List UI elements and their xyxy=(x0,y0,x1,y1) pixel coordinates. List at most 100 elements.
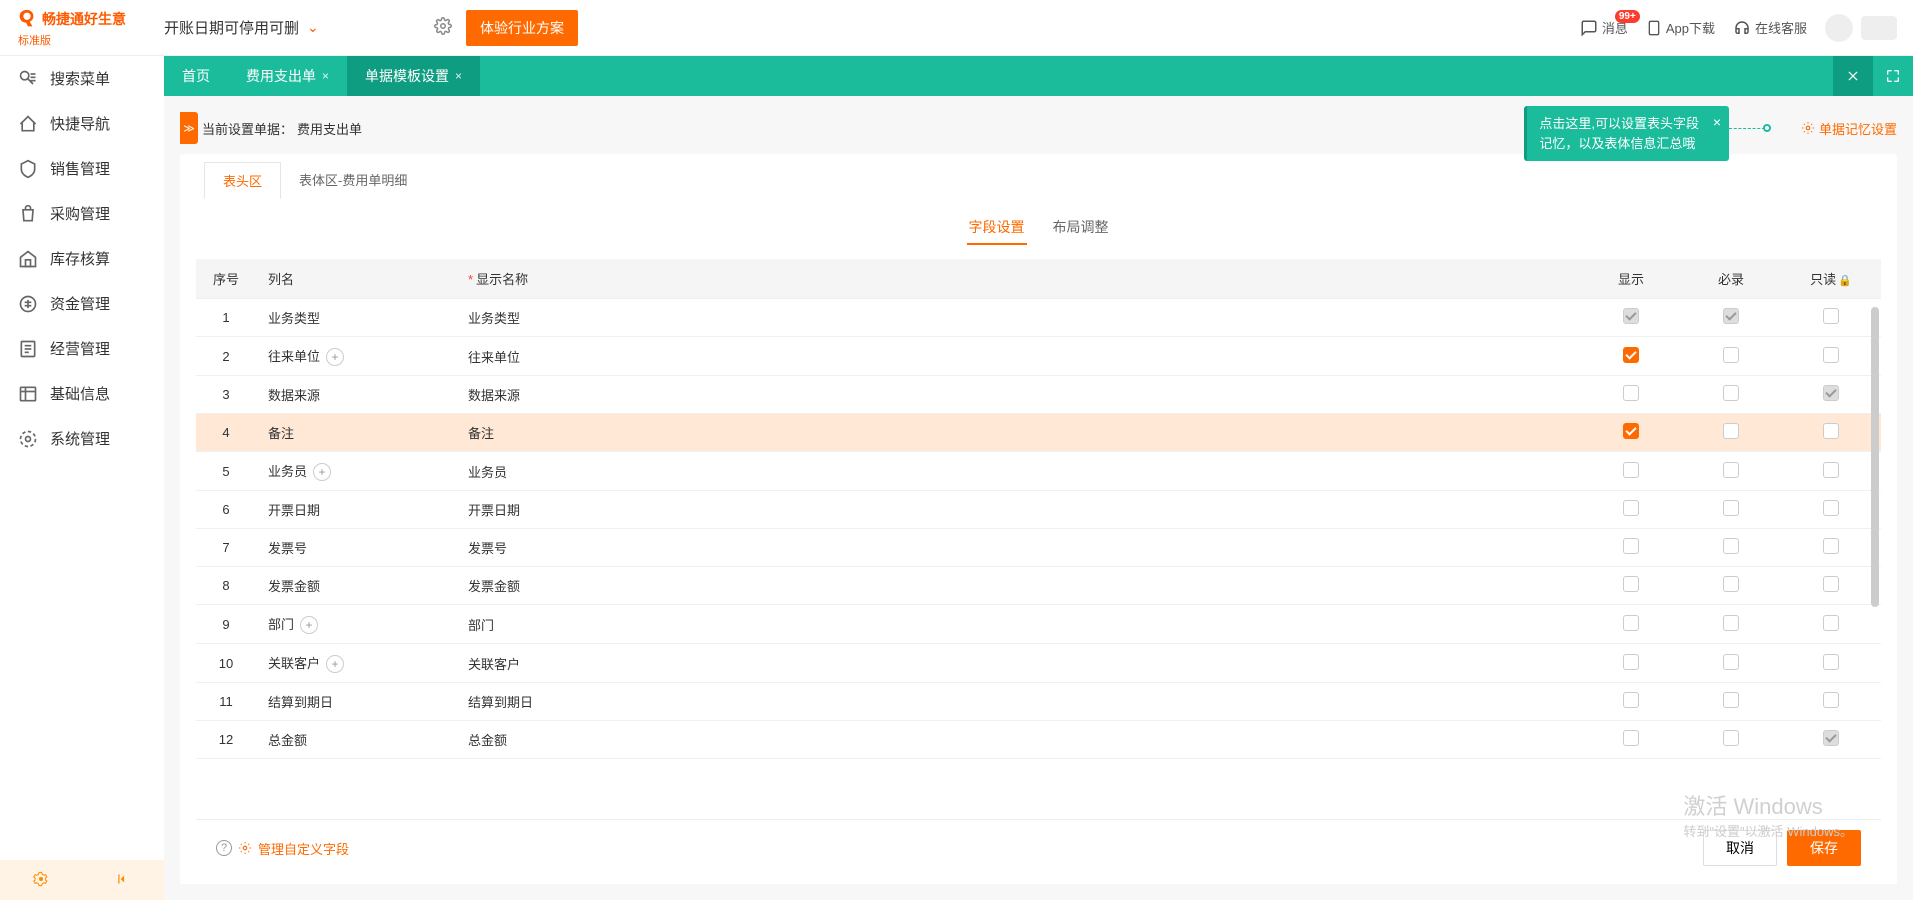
checkbox[interactable] xyxy=(1823,423,1839,439)
table-row[interactable]: 12总金额总金额 xyxy=(196,721,1881,759)
cell-display-name[interactable]: 总金额 xyxy=(456,721,1581,759)
page-tab[interactable]: 单据模板设置× xyxy=(347,56,480,96)
messages-button[interactable]: 消息 99+ xyxy=(1580,18,1628,37)
industry-plan-button[interactable]: 体验行业方案 xyxy=(466,10,578,46)
table-row[interactable]: 3数据来源数据来源 xyxy=(196,376,1881,414)
checkbox[interactable] xyxy=(1623,576,1639,592)
checkbox[interactable] xyxy=(1823,692,1839,708)
checkbox[interactable] xyxy=(1623,730,1639,746)
checkbox[interactable] xyxy=(1623,692,1639,708)
cell-display-name[interactable]: 发票号 xyxy=(456,529,1581,567)
checkbox[interactable] xyxy=(1623,500,1639,516)
tab-close-icon[interactable]: × xyxy=(455,69,462,83)
add-field-icon[interactable]: + xyxy=(313,463,331,481)
checkbox[interactable] xyxy=(1723,538,1739,554)
checkbox[interactable] xyxy=(1723,500,1739,516)
app-download-button[interactable]: App下载 xyxy=(1646,18,1715,37)
table-row[interactable]: 6开票日期开票日期 xyxy=(196,491,1881,529)
checkbox[interactable] xyxy=(1823,500,1839,516)
sidebar-item-base[interactable]: 基础信息 xyxy=(0,371,164,416)
tooltip-close-icon[interactable]: × xyxy=(1713,112,1721,133)
sidebar-item-purchase[interactable]: 采购管理 xyxy=(0,191,164,236)
checkbox[interactable] xyxy=(1823,538,1839,554)
table-row[interactable]: 11结算到期日结算到期日 xyxy=(196,683,1881,721)
checkbox[interactable] xyxy=(1623,423,1639,439)
checkbox[interactable] xyxy=(1823,308,1839,324)
add-field-icon[interactable]: + xyxy=(326,348,344,366)
checkbox[interactable] xyxy=(1623,615,1639,631)
sidebar-collapse-icon[interactable] xyxy=(114,872,132,889)
cell-display-name[interactable]: 往来单位 xyxy=(456,337,1581,376)
cell-display-name[interactable]: 结算到期日 xyxy=(456,683,1581,721)
checkbox[interactable] xyxy=(1823,462,1839,478)
table-row[interactable]: 2往来单位+往来单位 xyxy=(196,337,1881,376)
support-button[interactable]: 在线客服 xyxy=(1733,18,1807,37)
page-tab[interactable]: 费用支出单× xyxy=(228,56,347,96)
checkbox[interactable] xyxy=(1623,654,1639,670)
sidebar-item-search[interactable]: 搜索菜单 xyxy=(0,56,164,101)
table-row[interactable]: 8发票金额发票金额 xyxy=(196,567,1881,605)
tab-header-area[interactable]: 表头区 xyxy=(204,162,281,199)
sidebar-item-funds[interactable]: 资金管理 xyxy=(0,281,164,326)
checkbox[interactable] xyxy=(1723,347,1739,363)
cell-display-name[interactable]: 部门 xyxy=(456,605,1581,644)
sidebar-item-label: 销售管理 xyxy=(50,158,110,179)
add-field-icon[interactable]: + xyxy=(326,655,344,673)
table-row[interactable]: 4备注备注 xyxy=(196,414,1881,452)
cell-display-name[interactable]: 数据来源 xyxy=(456,376,1581,414)
checkbox[interactable] xyxy=(1723,423,1739,439)
save-button[interactable]: 保存 xyxy=(1787,830,1861,866)
tab-layout-adjust[interactable]: 布局调整 xyxy=(1051,211,1111,245)
table-row[interactable]: 10关联客户+关联客户 xyxy=(196,644,1881,683)
cell-display-name[interactable]: 业务员 xyxy=(456,452,1581,491)
checkbox[interactable] xyxy=(1823,654,1839,670)
checkbox[interactable] xyxy=(1823,347,1839,363)
expand-toggle-icon[interactable]: ≫ xyxy=(180,112,198,144)
checkbox[interactable] xyxy=(1823,615,1839,631)
cell-display-name[interactable]: 开票日期 xyxy=(456,491,1581,529)
checkbox[interactable] xyxy=(1723,615,1739,631)
add-field-icon[interactable]: + xyxy=(300,616,318,634)
brand-name: 畅捷通好生意 xyxy=(42,9,126,29)
checkbox[interactable] xyxy=(1723,385,1739,401)
tab-close-icon[interactable]: × xyxy=(322,69,329,83)
table-row[interactable]: 1业务类型业务类型 xyxy=(196,299,1881,337)
checkbox[interactable] xyxy=(1623,385,1639,401)
settings-gear-icon[interactable] xyxy=(430,13,456,42)
sidebar-item-inventory[interactable]: 库存核算 xyxy=(0,236,164,281)
checkbox[interactable] xyxy=(1723,692,1739,708)
checkbox[interactable] xyxy=(1723,462,1739,478)
sidebar-settings-icon[interactable] xyxy=(33,871,49,890)
table-row[interactable]: 5业务员+业务员 xyxy=(196,452,1881,491)
user-menu[interactable] xyxy=(1825,14,1897,42)
account-selector[interactable]: 开账日期可停用可删 ⌄ xyxy=(164,17,424,38)
tab-body-area[interactable]: 表体区-费用单明细 xyxy=(281,162,425,199)
cancel-button[interactable]: 取消 xyxy=(1703,830,1777,866)
checkbox[interactable] xyxy=(1623,538,1639,554)
scrollbar-thumb[interactable] xyxy=(1871,307,1879,607)
sidebar-item-operations[interactable]: 经营管理 xyxy=(0,326,164,371)
tab-field-settings[interactable]: 字段设置 xyxy=(967,211,1027,245)
cell-display-name[interactable]: 发票金额 xyxy=(456,567,1581,605)
checkbox[interactable] xyxy=(1723,654,1739,670)
cell-display-name[interactable]: 关联客户 xyxy=(456,644,1581,683)
tabs-close-all-icon[interactable] xyxy=(1833,56,1873,96)
checkbox[interactable] xyxy=(1623,347,1639,363)
checkbox[interactable] xyxy=(1723,576,1739,592)
page-tab[interactable]: 首页 xyxy=(164,56,228,96)
checkbox[interactable] xyxy=(1723,730,1739,746)
cell-required xyxy=(1681,721,1781,759)
table-row[interactable]: 9部门+部门 xyxy=(196,605,1881,644)
cell-display-name[interactable]: 备注 xyxy=(456,414,1581,452)
sidebar-item-quicknav[interactable]: 快捷导航 xyxy=(0,101,164,146)
cell-seq: 9 xyxy=(196,605,256,644)
checkbox[interactable] xyxy=(1823,576,1839,592)
doc-memory-settings-link[interactable]: 单据记忆设置 xyxy=(1801,119,1897,138)
fullscreen-icon[interactable] xyxy=(1873,56,1913,96)
checkbox[interactable] xyxy=(1623,462,1639,478)
sidebar-item-system[interactable]: 系统管理 xyxy=(0,416,164,461)
manage-custom-fields-link[interactable]: ? 管理自定义字段 xyxy=(216,839,349,858)
cell-display-name[interactable]: 业务类型 xyxy=(456,299,1581,337)
table-row[interactable]: 7发票号发票号 xyxy=(196,529,1881,567)
sidebar-item-sales[interactable]: 销售管理 xyxy=(0,146,164,191)
